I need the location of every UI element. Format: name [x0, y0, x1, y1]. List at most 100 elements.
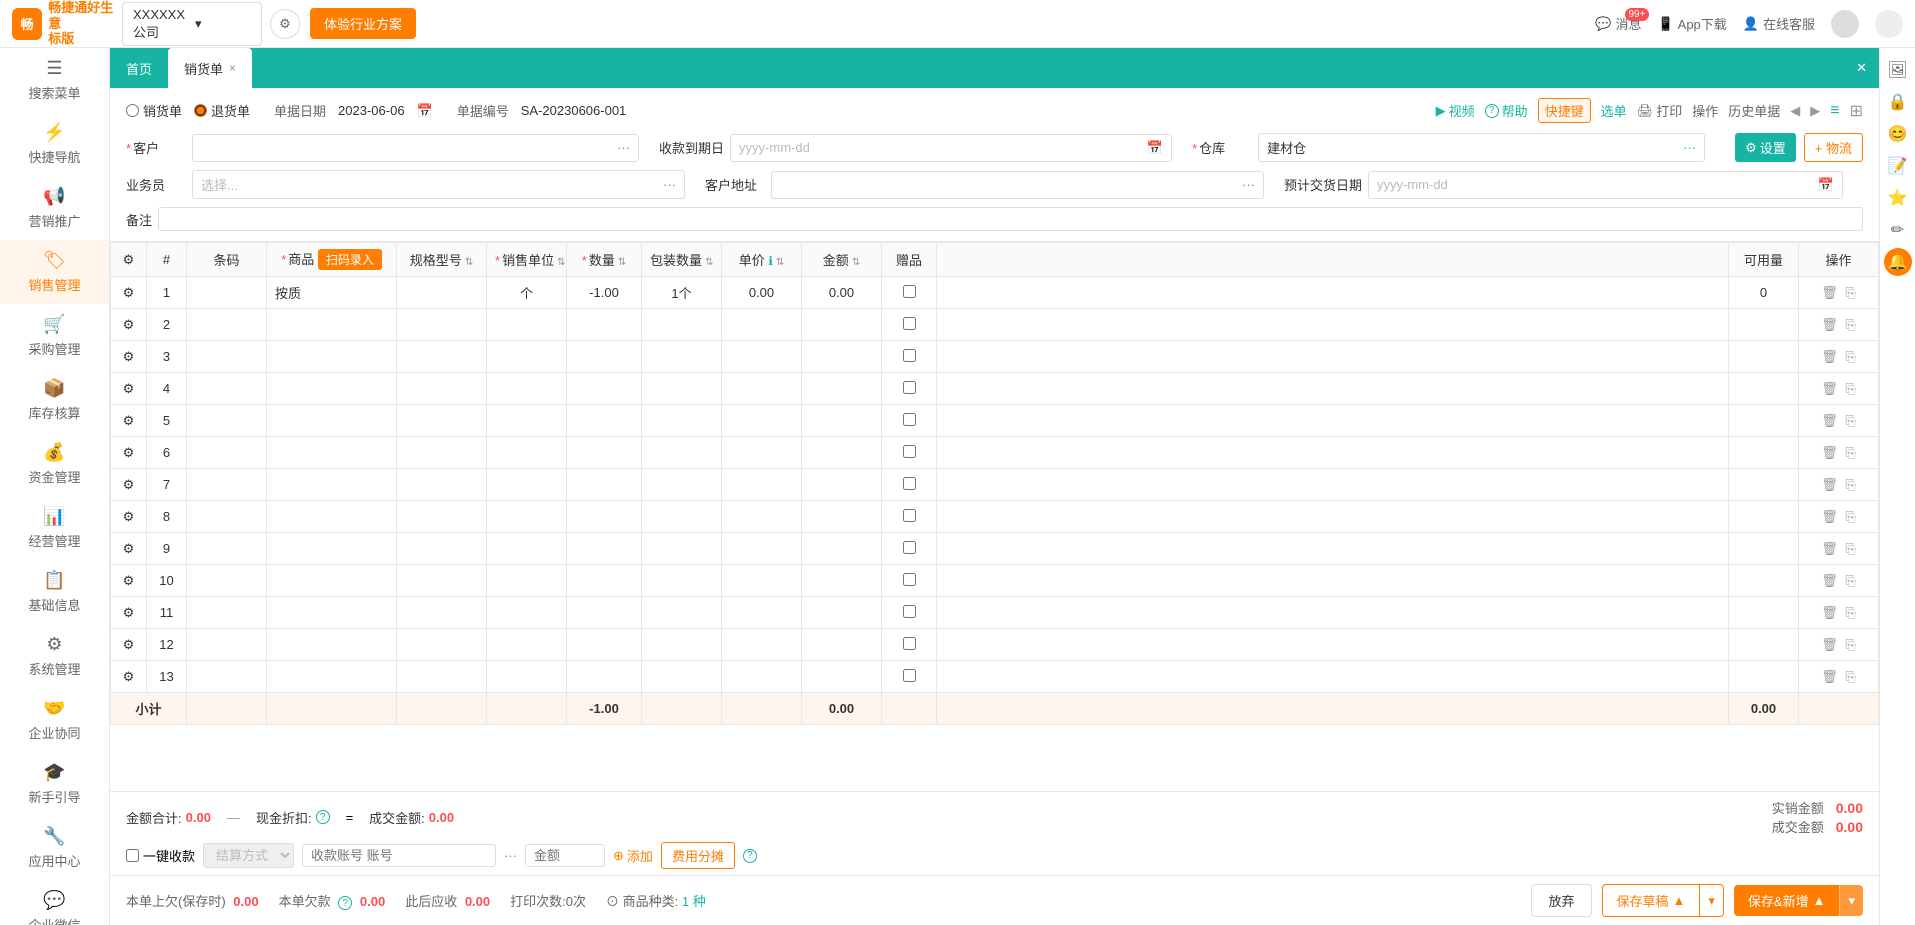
- save-draft-btn[interactable]: 保存草稿 ▲: [1602, 884, 1701, 917]
- row-product[interactable]: [267, 629, 397, 661]
- quick-pay-checkbox[interactable]: 一键收款: [126, 846, 195, 865]
- customer-input[interactable]: ···: [192, 134, 639, 162]
- row-product[interactable]: [267, 373, 397, 405]
- tool-lock-btn[interactable]: 🔒: [1884, 88, 1912, 116]
- row-qty[interactable]: [567, 373, 642, 405]
- row-desc[interactable]: [937, 341, 1729, 373]
- row-unit[interactable]: [487, 469, 567, 501]
- row-unit[interactable]: [487, 309, 567, 341]
- row-spec[interactable]: [397, 277, 487, 309]
- sidebar-item-apps[interactable]: 🔧 应用中心: [0, 816, 109, 880]
- row-unit[interactable]: [487, 533, 567, 565]
- row-pack-qty[interactable]: [642, 437, 722, 469]
- address-dots-icon[interactable]: ···: [1242, 177, 1255, 192]
- row-gift[interactable]: [882, 437, 937, 469]
- grid-view-icon[interactable]: ⊞: [1850, 101, 1863, 121]
- row-qty[interactable]: [567, 469, 642, 501]
- salesperson-input[interactable]: 选择... ···: [192, 170, 685, 199]
- delete-icon[interactable]: 🗑: [1821, 317, 1838, 332]
- row-product[interactable]: [267, 437, 397, 469]
- row-price[interactable]: [722, 341, 802, 373]
- copy-icon[interactable]: ⎘: [1845, 445, 1855, 460]
- row-pack-qty[interactable]: [642, 373, 722, 405]
- account-input[interactable]: [302, 844, 496, 867]
- qty-sort-icon[interactable]: ⇅: [618, 257, 626, 268]
- row-price[interactable]: [722, 533, 802, 565]
- row-qty[interactable]: [567, 629, 642, 661]
- row-product[interactable]: [267, 597, 397, 629]
- delete-icon[interactable]: 🗑: [1821, 605, 1838, 620]
- row-barcode[interactable]: [187, 629, 267, 661]
- save-draft-arrow-btn[interactable]: ▾: [1700, 884, 1724, 917]
- tool-note-btn[interactable]: 📝: [1884, 152, 1912, 180]
- close-all-tabs-btn[interactable]: ✕: [1856, 60, 1879, 76]
- row-desc[interactable]: [937, 501, 1729, 533]
- row-product[interactable]: [267, 501, 397, 533]
- shortcut-btn[interactable]: 快捷键: [1538, 98, 1591, 123]
- row-barcode[interactable]: [187, 597, 267, 629]
- row-qty[interactable]: [567, 341, 642, 373]
- sidebar-item-system[interactable]: ⚙ 系统管理: [0, 624, 109, 688]
- copy-icon[interactable]: ⎘: [1845, 637, 1855, 652]
- tab-sale-order[interactable]: 销货单 ×: [168, 48, 252, 88]
- row-product[interactable]: [267, 533, 397, 565]
- copy-icon[interactable]: ⎘: [1845, 477, 1855, 492]
- row-unit[interactable]: 个: [487, 277, 567, 309]
- row-amount[interactable]: [802, 629, 882, 661]
- row-product[interactable]: [267, 341, 397, 373]
- row-gear[interactable]: ⚙: [111, 565, 147, 597]
- row-spec[interactable]: [397, 533, 487, 565]
- row-gift[interactable]: [882, 469, 937, 501]
- copy-icon[interactable]: ⎘: [1845, 541, 1855, 556]
- list-view-icon[interactable]: ≡: [1830, 102, 1839, 120]
- gear-th[interactable]: ⚙: [111, 243, 147, 277]
- discount-help-icon[interactable]: ?: [316, 810, 330, 824]
- row-barcode[interactable]: [187, 405, 267, 437]
- row-gear[interactable]: ⚙: [111, 629, 147, 661]
- delete-icon[interactable]: 🗑: [1821, 445, 1838, 460]
- row-pack-qty[interactable]: 1个: [642, 277, 722, 309]
- row-gift[interactable]: [882, 277, 937, 309]
- row-amount[interactable]: [802, 597, 882, 629]
- dots-icon[interactable]: ···: [504, 848, 517, 863]
- customer-dots-icon[interactable]: ···: [617, 140, 630, 155]
- price-info-icon[interactable]: ℹ: [768, 254, 773, 268]
- row-product[interactable]: [267, 405, 397, 437]
- row-desc[interactable]: [937, 533, 1729, 565]
- row-pack-qty[interactable]: [642, 341, 722, 373]
- sidebar-item-sales[interactable]: 🏷 销售管理: [0, 240, 109, 304]
- row-gift[interactable]: [882, 309, 937, 341]
- row-price[interactable]: [722, 629, 802, 661]
- row-spec[interactable]: [397, 661, 487, 693]
- row-price[interactable]: 0.00: [722, 277, 802, 309]
- expense-btn[interactable]: 费用分摊: [661, 842, 735, 869]
- row-pack-qty[interactable]: [642, 405, 722, 437]
- payment-amount-input[interactable]: [525, 844, 605, 867]
- row-amount[interactable]: 0.00: [802, 277, 882, 309]
- copy-icon[interactable]: ⎘: [1845, 669, 1855, 684]
- row-spec[interactable]: [397, 373, 487, 405]
- sidebar-item-search[interactable]: ☰ 搜索菜单: [0, 48, 109, 112]
- row-gift[interactable]: [882, 501, 937, 533]
- scan-btn[interactable]: 扫码录入: [318, 249, 382, 270]
- delete-icon[interactable]: 🗑: [1821, 509, 1838, 524]
- copy-icon[interactable]: ⎘: [1845, 317, 1855, 332]
- online-service-btn[interactable]: 👤 在线客服: [1743, 14, 1815, 33]
- row-amount[interactable]: [802, 373, 882, 405]
- row-spec[interactable]: [397, 309, 487, 341]
- row-gear[interactable]: ⚙: [111, 341, 147, 373]
- row-gear[interactable]: ⚙: [111, 501, 147, 533]
- save-new-arrow-btn[interactable]: ▾: [1839, 885, 1863, 916]
- row-spec[interactable]: [397, 405, 487, 437]
- sidebar-item-purchase[interactable]: 🛒 采购管理: [0, 304, 109, 368]
- row-qty[interactable]: [567, 597, 642, 629]
- copy-icon[interactable]: ⎘: [1845, 349, 1855, 364]
- row-product[interactable]: [267, 661, 397, 693]
- row-amount[interactable]: [802, 533, 882, 565]
- row-amount[interactable]: [802, 309, 882, 341]
- row-price[interactable]: [722, 373, 802, 405]
- row-barcode[interactable]: [187, 661, 267, 693]
- warehouse-input[interactable]: 建材仓 ···: [1258, 133, 1705, 162]
- row-pack-qty[interactable]: [642, 533, 722, 565]
- row-unit[interactable]: [487, 565, 567, 597]
